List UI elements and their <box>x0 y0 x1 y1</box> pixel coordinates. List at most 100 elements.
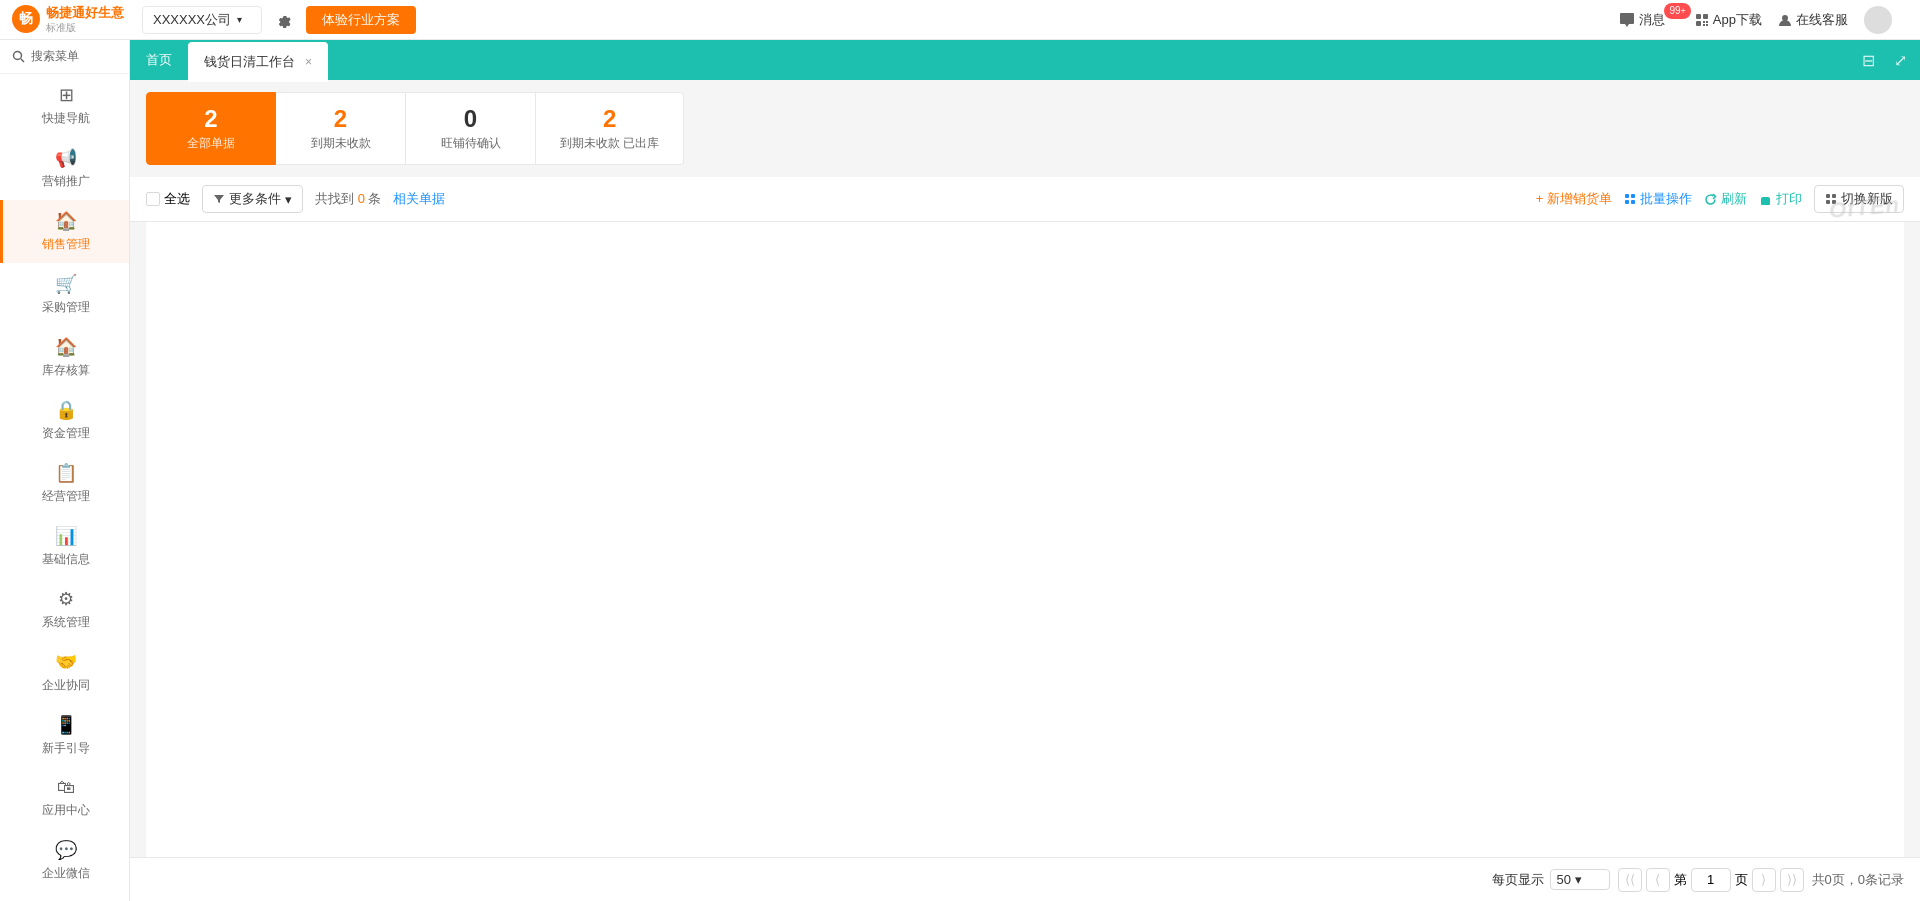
sidebar-item-beginner[interactable]: 📱 新手引导 <box>0 704 129 767</box>
page-total-label: 共0页，0条记录 <box>1812 871 1904 889</box>
stat-pending-label: 旺铺待确认 <box>441 135 501 152</box>
svg-rect-16 <box>1832 194 1836 198</box>
sidebar: 搜索菜单 ⊞ 快捷导航 📢 营销推广 🏠 销售管理 🛒 采购管理 🏠 库存核算 … <box>0 40 130 901</box>
sidebar-item-funds[interactable]: 🔒 资金管理 <box>0 389 129 452</box>
stat-pending[interactable]: 0 旺铺待确认 <box>406 92 536 165</box>
toolbar-right: + 新增销货单 批量操作 刷新 打印 切换新版 <box>1536 185 1904 213</box>
online-service-button[interactable]: 在线客服 <box>1778 11 1848 29</box>
page-navigation: ⟨⟨ ⟨ 第 页 ⟩ ⟩⟩ <box>1618 868 1804 892</box>
stat-pending-num: 0 <box>464 105 477 133</box>
message-button[interactable]: 消息 99+ <box>1619 11 1679 29</box>
toolbar: 全选 更多条件 ▾ 共找到 0 条 相关单据 + 新增销货单 <box>130 177 1920 222</box>
stat-overdue-label: 到期未收款 <box>311 135 371 152</box>
svg-rect-17 <box>1826 200 1830 204</box>
print-button[interactable]: 打印 <box>1759 190 1802 208</box>
sidebar-item-marketing[interactable]: 📢 营销推广 <box>0 137 129 200</box>
tab-maximize-button[interactable]: ⤢ <box>1888 48 1912 72</box>
checkbox-box <box>146 192 160 206</box>
svg-rect-1 <box>1703 14 1708 19</box>
svg-rect-12 <box>1625 200 1629 204</box>
app-download-button[interactable]: App下载 <box>1695 11 1762 29</box>
svg-line-9 <box>21 59 24 62</box>
svg-rect-5 <box>1703 24 1705 26</box>
stat-overdue-shipped[interactable]: 2 到期未收款 已出库 <box>536 92 684 165</box>
sidebar-item-inventory[interactable]: 🏠 库存核算 <box>0 326 129 389</box>
trial-button[interactable]: 体验行业方案 <box>306 6 416 34</box>
svg-rect-3 <box>1703 21 1705 23</box>
inventory-icon: 🏠 <box>55 336 77 358</box>
sidebar-item-basic-info[interactable]: 📊 基础信息 <box>0 515 129 578</box>
found-text: 共找到 0 条 <box>315 190 381 208</box>
batch-operation-button[interactable]: 批量操作 <box>1624 190 1692 208</box>
tab-minimize-button[interactable]: ⊟ <box>1856 48 1880 72</box>
svg-rect-13 <box>1631 200 1635 204</box>
quick-nav-icon: ⊞ <box>59 84 74 106</box>
sidebar-item-sales[interactable]: 🏠 销售管理 <box>0 200 129 263</box>
basic-info-icon: 📊 <box>55 525 77 547</box>
per-page-control: 每页显示 50 ▾ <box>1492 869 1610 890</box>
system-icon: ⚙ <box>58 588 74 610</box>
top-right-area: 消息 99+ App下载 在线客服 <box>1619 6 1908 34</box>
tab-daily-work[interactable]: 钱货日清工作台 × <box>188 42 328 82</box>
sidebar-item-operations[interactable]: 📋 经营管理 <box>0 452 129 515</box>
page-content: 2 全部单据 2 到期未收款 0 旺铺待确认 2 到期未收款 已出库 <box>130 80 1920 901</box>
company-selector[interactable]: XXXXXX公司 ▾ <box>142 6 262 34</box>
related-bill-link[interactable]: 相关单据 <box>393 190 445 208</box>
sidebar-item-corp-wechat[interactable]: 💬 企业微信 <box>0 829 129 892</box>
tab-bar-right: ⊟ ⤢ <box>1856 48 1920 72</box>
select-all-checkbox[interactable]: 全选 <box>146 190 190 208</box>
svg-point-8 <box>14 52 22 60</box>
dropdown-arrow-icon: ▾ <box>237 14 242 25</box>
marketing-icon: 📢 <box>55 147 77 169</box>
settings-button[interactable] <box>270 6 298 34</box>
sidebar-item-app-center[interactable]: 🛍 应用中心 <box>0 767 129 829</box>
logo-text: 畅捷通好生意 标准版 <box>46 5 124 35</box>
top-bar: 畅 畅捷通好生意 标准版 XXXXXX公司 ▾ 体验行业方案 消息 99+ Ap… <box>0 0 1920 40</box>
sidebar-item-system[interactable]: ⚙ 系统管理 <box>0 578 129 641</box>
purchase-icon: 🛒 <box>55 273 77 295</box>
svg-rect-2 <box>1696 21 1701 26</box>
funds-icon: 🔒 <box>55 399 77 421</box>
refresh-button[interactable]: 刷新 <box>1704 190 1747 208</box>
svg-rect-6 <box>1706 24 1708 26</box>
stat-all[interactable]: 2 全部单据 <box>146 92 276 165</box>
stat-all-num: 2 <box>204 105 217 133</box>
stat-all-label: 全部单据 <box>187 135 235 152</box>
corp-collab-icon: 🤝 <box>55 651 77 673</box>
svg-rect-0 <box>1696 14 1701 19</box>
svg-rect-18 <box>1832 200 1836 204</box>
page-next-button[interactable]: ⟩ <box>1752 868 1776 892</box>
stat-overdue[interactable]: 2 到期未收款 <box>276 92 406 165</box>
tab-home[interactable]: 首页 <box>130 40 188 80</box>
app-center-icon: 🛍 <box>57 777 75 798</box>
message-badge: 99+ <box>1664 3 1690 19</box>
page-last-button[interactable]: ⟩⟩ <box>1780 868 1804 892</box>
svg-rect-4 <box>1706 21 1708 23</box>
filter-chevron-icon: ▾ <box>285 192 292 207</box>
stats-row: 2 全部单据 2 到期未收款 0 旺铺待确认 2 到期未收款 已出库 <box>130 80 1920 177</box>
page-first-button[interactable]: ⟨⟨ <box>1618 868 1642 892</box>
page-prev-button[interactable]: ⟨ <box>1646 868 1670 892</box>
switch-version-button[interactable]: 切换新版 <box>1814 185 1904 213</box>
logo-area: 畅 畅捷通好生意 标准版 <box>12 5 142 35</box>
tab-close-button[interactable]: × <box>305 55 312 69</box>
tab-bar: 首页 钱货日清工作台 × ⊟ ⤢ <box>130 40 1920 80</box>
sidebar-item-quick-nav[interactable]: ⊞ 快捷导航 <box>0 74 129 137</box>
svg-rect-15 <box>1826 194 1830 198</box>
per-page-select[interactable]: 50 ▾ <box>1550 869 1610 890</box>
main-layout: 搜索菜单 ⊞ 快捷导航 📢 营销推广 🏠 销售管理 🛒 采购管理 🏠 库存核算 … <box>0 40 1920 901</box>
table-area <box>146 222 1904 857</box>
add-sales-order-button[interactable]: + 新增销货单 <box>1536 190 1612 208</box>
filter-button[interactable]: 更多条件 ▾ <box>202 185 303 213</box>
sidebar-item-purchase[interactable]: 🛒 采购管理 <box>0 263 129 326</box>
svg-rect-11 <box>1631 194 1635 198</box>
sales-icon: 🏠 <box>55 210 77 232</box>
per-page-arrow-icon: ▾ <box>1575 872 1582 887</box>
avatar[interactable] <box>1864 6 1892 34</box>
svg-rect-10 <box>1625 194 1629 198</box>
sidebar-item-vip[interactable]: ▽ 畅会员 <box>0 892 129 901</box>
stat-overdue-shipped-num: 2 <box>603 105 616 133</box>
page-number-input[interactable] <box>1691 868 1731 892</box>
search-menu-item[interactable]: 搜索菜单 <box>0 40 129 74</box>
sidebar-item-corp-collab[interactable]: 🤝 企业协同 <box>0 641 129 704</box>
